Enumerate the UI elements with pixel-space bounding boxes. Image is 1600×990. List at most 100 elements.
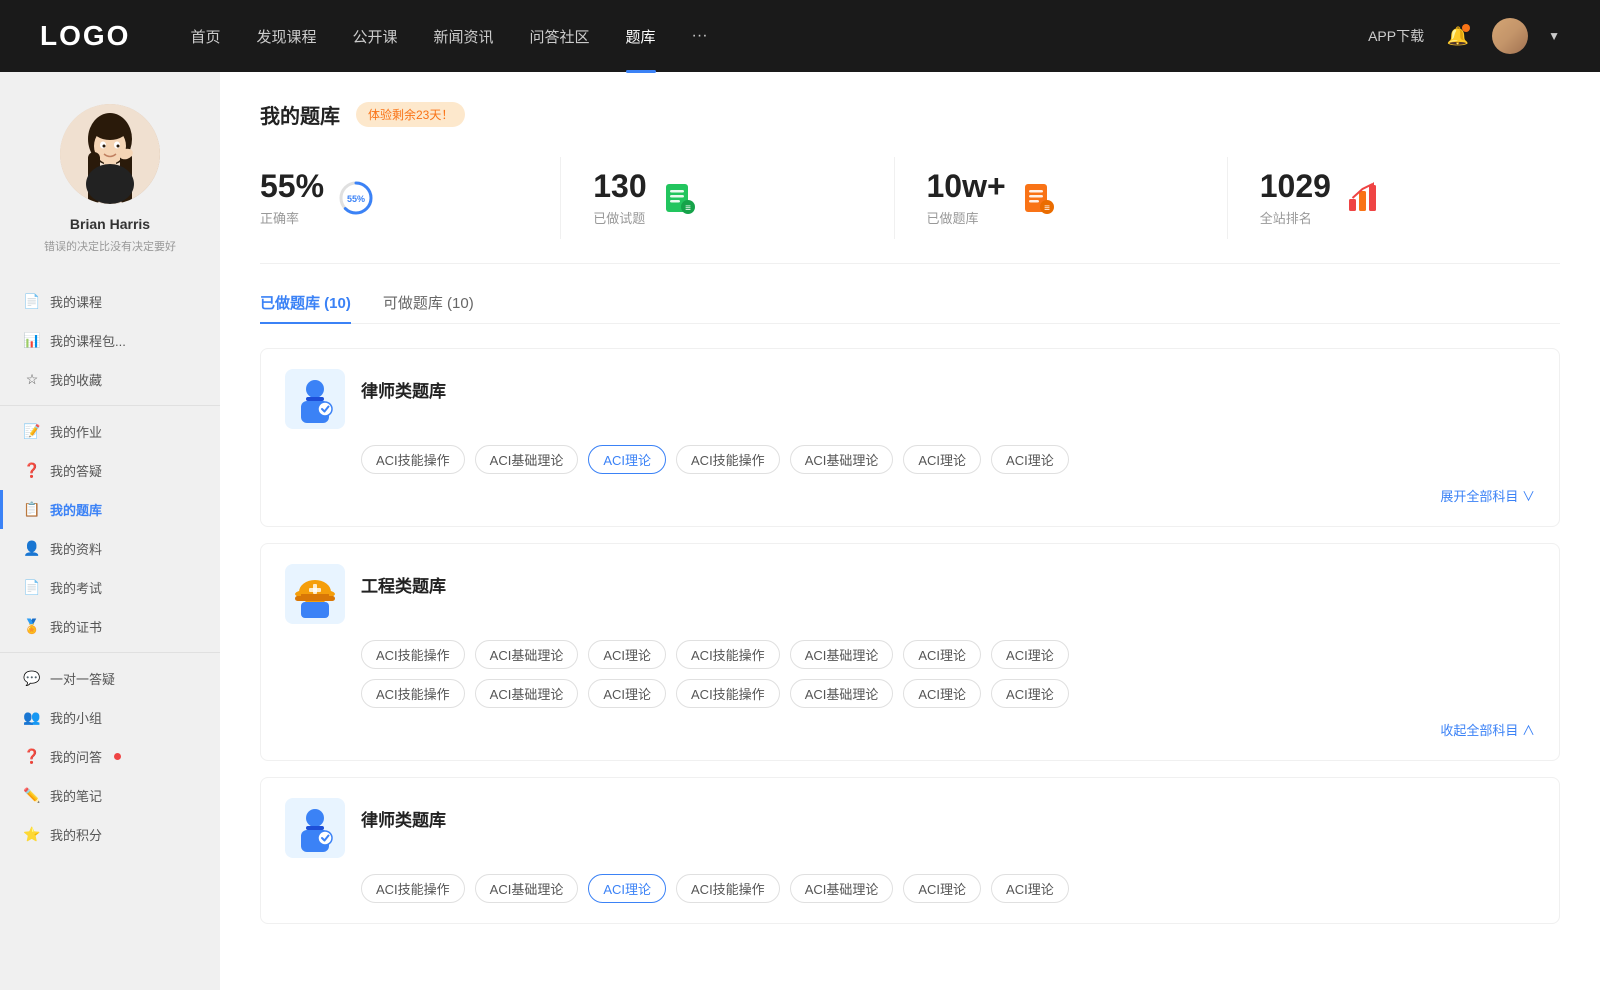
notes-icon: ✏️	[24, 788, 40, 804]
qbank-tag[interactable]: ACI理论	[588, 679, 666, 708]
sidebar-item-oneone[interactable]: 💬 一对一答疑	[0, 659, 220, 698]
qbank-tag[interactable]: ACI技能操作	[361, 445, 465, 474]
sidebar-item-label: 我的课程	[50, 292, 102, 311]
svg-text:55%: 55%	[347, 194, 365, 204]
qbank-tag[interactable]: ACI基础理论	[475, 445, 579, 474]
qbank-tag[interactable]: ACI技能操作	[676, 445, 780, 474]
qbank-tag[interactable]: ACI理论	[991, 445, 1069, 474]
qbank-tag[interactable]: ACI理论	[991, 640, 1069, 669]
sidebar-avatar	[60, 104, 160, 204]
qbank-tag[interactable]: ACI基础理论	[475, 640, 579, 669]
lawyer-icon	[291, 375, 339, 423]
qbank-expand-link-1[interactable]: 展开全部科目 ∨	[1440, 489, 1535, 504]
sidebar-item-cert[interactable]: 🏅 我的证书	[0, 607, 220, 646]
stat-accuracy-value: 55%	[260, 169, 324, 204]
qbank-tag[interactable]: ACI技能操作	[676, 640, 780, 669]
sidebar-item-qa[interactable]: ❓ 我的答疑	[0, 451, 220, 490]
sidebar-item-label: 我的证书	[50, 617, 102, 636]
qbank-tag[interactable]: ACI基础理论	[475, 679, 579, 708]
qbank-title-2: 工程类题库	[361, 564, 446, 597]
qbank-tag[interactable]: ACI技能操作	[361, 679, 465, 708]
qbank-tag[interactable]: ACI理论	[588, 640, 666, 669]
profile-icon: 👤	[24, 541, 40, 557]
exam-icon: 📄	[24, 580, 40, 596]
sidebar-item-group[interactable]: 👥 我的小组	[0, 698, 220, 737]
qbank-tags-2-row2: ACI技能操作 ACI基础理论 ACI理论 ACI技能操作 ACI基础理论 AC…	[361, 679, 1535, 708]
qbank-tag-active[interactable]: ACI理论	[588, 874, 666, 903]
sidebar-username: Brian Harris	[70, 216, 150, 232]
qbank-tag-active[interactable]: ACI理论	[588, 445, 666, 474]
qbank-tag[interactable]: ACI理论	[903, 640, 981, 669]
qbank-icon-3	[285, 798, 345, 858]
engineer-icon	[291, 570, 339, 618]
sidebar-item-exam[interactable]: 📄 我的考试	[0, 568, 220, 607]
stat-qbank-text: 10w+ 已做题库	[927, 169, 1006, 227]
sidebar-item-label: 我的小组	[50, 708, 102, 727]
stats-row: 55% 正确率 55% 130 已做试题	[260, 157, 1560, 264]
sidebar-motto: 错误的决定比没有决定要好	[44, 238, 176, 254]
nav-opencourse[interactable]: 公开课	[352, 22, 397, 51]
qbank-footer-1: 展开全部科目 ∨	[285, 486, 1535, 506]
stat-qbank-value: 10w+	[927, 169, 1006, 204]
sidebar-item-points[interactable]: ⭐ 我的积分	[0, 815, 220, 854]
qbank-tag[interactable]: ACI技能操作	[676, 874, 780, 903]
qbank-tag[interactable]: ACI基础理论	[790, 679, 894, 708]
lawyer-icon-2	[291, 804, 339, 852]
nav-right: APP下载 🔔 ▼	[1368, 18, 1560, 54]
nav-home[interactable]: 首页	[190, 22, 220, 51]
nav-more[interactable]: ···	[692, 27, 708, 45]
sidebar-item-qbank[interactable]: 📋 我的题库	[0, 490, 220, 529]
stat-done-text: 130 已做试题	[593, 169, 646, 227]
qbank-tag[interactable]: ACI技能操作	[361, 874, 465, 903]
sidebar-item-label: 我的收藏	[50, 370, 102, 389]
stat-accuracy: 55% 正确率 55%	[260, 157, 561, 239]
qbank-tags-3: ACI技能操作 ACI基础理论 ACI理论 ACI技能操作 ACI基础理论 AC…	[361, 874, 1535, 903]
qbank-card-3-header: 律师类题库	[285, 798, 1535, 858]
tab-available[interactable]: 可做题库 (10)	[383, 292, 474, 323]
qbank-tag[interactable]: ACI基础理论	[790, 445, 894, 474]
qbank-card-1: 律师类题库 ACI技能操作 ACI基础理论 ACI理论 ACI技能操作 ACI基…	[260, 348, 1560, 527]
homework-icon: 📝	[24, 424, 40, 440]
qbank-tag[interactable]: ACI基础理论	[790, 874, 894, 903]
nav-news[interactable]: 新闻资讯	[434, 22, 494, 51]
tab-done[interactable]: 已做题库 (10)	[260, 292, 351, 323]
qbank-tag[interactable]: ACI基础理论	[790, 640, 894, 669]
qbank-tag[interactable]: ACI理论	[903, 874, 981, 903]
qbank-expand-link-2[interactable]: 收起全部科目 ∧	[1440, 723, 1535, 738]
main-content: 我的题库 体验剩余23天！ 55% 正确率 55%	[220, 72, 1600, 990]
nav-discover[interactable]: 发现课程	[256, 22, 316, 51]
sidebar-item-favorites[interactable]: ☆ 我的收藏	[0, 360, 220, 399]
sidebar-item-homework[interactable]: 📝 我的作业	[0, 412, 220, 451]
qbank-card-1-header: 律师类题库	[285, 369, 1535, 429]
avatar-svg	[60, 104, 160, 204]
nav-qa[interactable]: 问答社区	[530, 22, 590, 51]
qbank-tag[interactable]: ACI技能操作	[361, 640, 465, 669]
sidebar-item-notes[interactable]: ✏️ 我的笔记	[0, 776, 220, 815]
trial-badge: 体验剩余23天！	[356, 102, 465, 127]
sidebar-item-profile[interactable]: 👤 我的资料	[0, 529, 220, 568]
stat-ranking-icon	[1345, 180, 1381, 216]
notification-bell[interactable]: 🔔	[1444, 22, 1472, 50]
user-avatar[interactable]	[1492, 18, 1528, 54]
qbank-tag[interactable]: ACI理论	[991, 679, 1069, 708]
sidebar-item-coursepack[interactable]: 📊 我的课程包...	[0, 321, 220, 360]
app-download-button[interactable]: APP下载	[1368, 26, 1424, 46]
sidebar-item-myqa[interactable]: ❓ 我的问答	[0, 737, 220, 776]
qbank-tag[interactable]: ACI技能操作	[676, 679, 780, 708]
sidebar-menu: 📄 我的课程 📊 我的课程包... ☆ 我的收藏 📝 我的作业 ❓ 我的答疑 �	[0, 274, 220, 862]
stat-done-questions: 130 已做试题 ≡	[561, 157, 894, 239]
sidebar-item-label: 我的笔记	[50, 786, 102, 805]
qbank-footer-2: 收起全部科目 ∧	[285, 720, 1535, 740]
qbank-tag[interactable]: ACI理论	[903, 445, 981, 474]
nav-qbank[interactable]: 题库	[626, 22, 656, 51]
oneone-icon: 💬	[24, 671, 40, 687]
document-green-icon: ≡	[662, 181, 696, 215]
svg-text:≡: ≡	[685, 203, 691, 214]
stat-ranking-label: 全站排名	[1260, 208, 1331, 227]
qbank-tag[interactable]: ACI基础理论	[475, 874, 579, 903]
qbank-tag[interactable]: ACI理论	[903, 679, 981, 708]
sidebar-item-mycourse[interactable]: 📄 我的课程	[0, 282, 220, 321]
layout: Brian Harris 错误的决定比没有决定要好 📄 我的课程 📊 我的课程包…	[0, 72, 1600, 990]
qbank-tag[interactable]: ACI理论	[991, 874, 1069, 903]
avatar-dropdown-chevron[interactable]: ▼	[1548, 29, 1560, 43]
